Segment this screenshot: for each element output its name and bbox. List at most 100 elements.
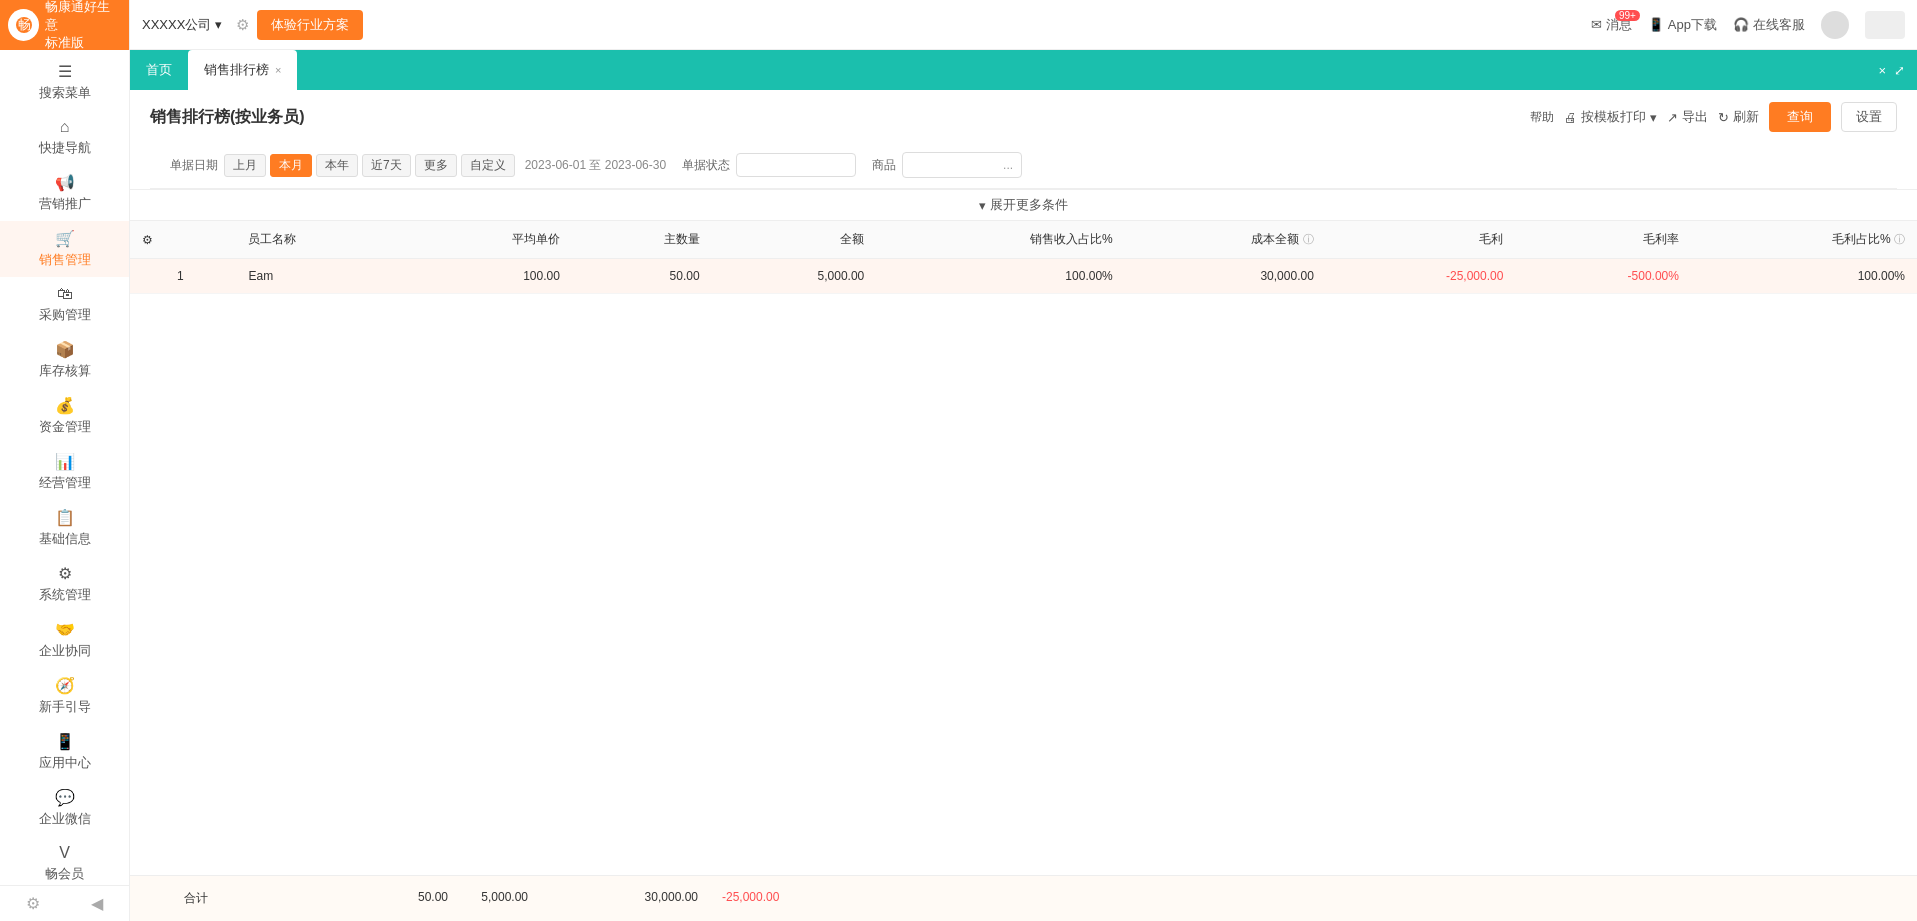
sidebar-item-finance[interactable]: 💰资金管理 (0, 388, 129, 444)
goods-filter-label: 商品 (872, 157, 896, 174)
help-btn[interactable]: 帮助 (1530, 109, 1554, 126)
tab-close-icon[interactable]: × (275, 64, 281, 76)
pill-last-month[interactable]: 上月 (224, 154, 266, 177)
user-avatar[interactable] (1821, 11, 1849, 39)
pill-this-year[interactable]: 本年 (316, 154, 358, 177)
sidebar-item-purchase-mgmt[interactable]: 🛍 采购管理 (0, 277, 129, 332)
expand-icon: ▾ (979, 198, 986, 213)
query-btn[interactable]: 查询 (1769, 102, 1831, 132)
tab-home[interactable]: 首页 (130, 50, 188, 90)
sidebar-label-purchase-mgmt: 采购管理 (39, 306, 91, 324)
sidebar-label-operations: 经营管理 (39, 474, 91, 492)
th-main-qty: 主数量 (572, 221, 712, 259)
th-gross: 毛利 (1326, 221, 1516, 259)
footer-cost: 30,000.00 (630, 884, 710, 913)
settings-btn[interactable]: 设置 (1841, 102, 1897, 132)
cost-info-icon[interactable]: ⓘ (1303, 233, 1314, 245)
cell-total-0: 5,000.00 (712, 259, 877, 294)
sidebar-item-sales-mgmt[interactable]: 🛒销售管理 (0, 221, 129, 277)
th-gross-rate: 毛利率 (1515, 221, 1691, 259)
sidebar-item-weixin[interactable]: 💬企业微信 (0, 780, 129, 836)
page-header: 销售排行榜(按业务员) 帮助 🖨 按模板打印 ▾ ↗ 导出 ↻ 刷新 (130, 90, 1917, 190)
sidebar-icon-operations: 📊 (55, 452, 75, 471)
sidebar-icon-guide: 🧭 (55, 676, 75, 695)
sidebar-icon-base-info: 📋 (55, 508, 75, 527)
pill-custom[interactable]: 自定义 (461, 154, 515, 177)
sidebar-label-system-mgmt: 系统管理 (39, 586, 91, 604)
sidebar-icon-search-order: ☰ (58, 62, 72, 81)
cell-rank-0: 1 (165, 259, 236, 294)
tab-sales-ranking[interactable]: 销售排行榜 × (188, 50, 297, 90)
sidebar-icon-purchase-mgmt: 🛍 (57, 285, 73, 303)
export-btn[interactable]: ↗ 导出 (1667, 108, 1708, 126)
sales-ranking-tab-label: 销售排行榜 (204, 61, 269, 79)
sidebar-icon-app-center: 📱 (55, 732, 75, 751)
sidebar-item-operations[interactable]: 📊 经营管理 (0, 444, 129, 500)
sidebar-label-enterprise: 企业协同 (39, 642, 91, 660)
sidebar-label-inventory: 库存核算 (39, 362, 91, 380)
pill-last7days[interactable]: 近7天 (362, 154, 411, 177)
user-name-avatar (1865, 11, 1905, 39)
sidebar-item-quick-nav[interactable]: ⌂快捷导航 (0, 110, 129, 165)
page-title: 销售排行榜(按业务员) (150, 107, 305, 128)
goods-ellipsis[interactable]: ... (1003, 158, 1013, 172)
sidebar-item-guide[interactable]: 🧭新手引导 (0, 668, 129, 724)
refresh-btn[interactable]: ↻ 刷新 (1718, 108, 1759, 126)
print-btn[interactable]: 🖨 按模板打印 ▾ (1564, 108, 1657, 126)
industry-btn[interactable]: 体验行业方案 (257, 10, 363, 40)
ranking-table: ⚙ 员工名称 平均单价 主数量 全额 销售收入占比% 成本全额 ⓘ 毛利 毛利率… (130, 221, 1917, 294)
app-download-btn[interactable]: 📱 App下载 (1648, 16, 1717, 34)
status-select[interactable] (736, 153, 856, 177)
th-total: 全额 (712, 221, 877, 259)
window-close-icon[interactable]: × (1878, 63, 1886, 78)
sidebar-settings-icon[interactable]: ⚙ (26, 894, 40, 913)
cell-settings-0 (130, 259, 165, 294)
table-row: 1 Eam 100.00 50.00 5,000.00 100.00% 30,0… (130, 259, 1917, 294)
online-service-btn[interactable]: 🎧 在线客服 (1733, 16, 1805, 34)
sidebar-item-marketing[interactable]: 📢营销推广 (0, 165, 129, 221)
pill-more[interactable]: 更多 (415, 154, 457, 177)
cell-sales-pct-0: 100.00% (876, 259, 1124, 294)
date-range: 2023-06-01 至 2023-06-30 (525, 157, 666, 174)
sidebar-label-marketing: 营销推广 (39, 195, 91, 213)
sidebar-item-member[interactable]: V畅会员 (0, 836, 129, 885)
sidebar-item-base-info[interactable]: 📋基础信息 (0, 500, 129, 556)
message-btn[interactable]: ✉ 消息 99+ (1591, 16, 1632, 34)
svg-text:畅: 畅 (17, 17, 30, 32)
th-name: 员工名称 (236, 221, 404, 259)
sidebar-item-inventory[interactable]: 📦库存核算 (0, 332, 129, 388)
sidebar-label-app-center: 应用中心 (39, 754, 91, 772)
logo-text: 畅康通好生意 标准版 (45, 0, 121, 52)
refresh-icon: ↻ (1718, 110, 1729, 125)
sidebar-label-finance: 资金管理 (39, 418, 91, 436)
settings-gear-icon[interactable]: ⚙ (236, 16, 249, 34)
pill-this-month[interactable]: 本月 (270, 154, 312, 177)
cell-avg-price-0: 100.00 (404, 259, 572, 294)
sidebar-icon-quick-nav: ⌂ (60, 118, 70, 136)
message-icon: ✉ (1591, 17, 1602, 32)
sidebar-collapse-icon[interactable]: ◀ (91, 894, 103, 913)
company-selector[interactable]: XXXXX公司 ▾ (142, 16, 222, 34)
sidebar: 畅 畅康通好生意 标准版 ☰ 搜索菜单 ⌂快捷导航📢营销推广🛒销售管理 🛍 采购管理 📦库… (0, 0, 130, 921)
sidebar-item-app-center[interactable]: 📱 应用中心 (0, 724, 129, 780)
gross-pct-info-icon[interactable]: ⓘ (1894, 233, 1905, 245)
table-footer: 合计 50.00 5,000.00 30,000.00 -25,000.00 (130, 875, 1917, 921)
cell-gross-pct-0: 100.00% (1691, 259, 1917, 294)
sidebar-label-search-order: 搜索菜单 (39, 84, 91, 102)
window-expand-icon[interactable]: ⤢ (1894, 63, 1905, 78)
headset-icon: 🎧 (1733, 17, 1749, 32)
main-area: XXXXX公司 ▾ ⚙ 体验行业方案 ✉ 消息 99+ 📱 App下载 🎧 在线… (130, 0, 1917, 921)
expand-more-btn[interactable]: ▾ 展开更多条件 (979, 196, 1068, 214)
status-filter-label: 单据状态 (682, 157, 730, 174)
sidebar-item-system-mgmt[interactable]: ⚙系统管理 (0, 556, 129, 612)
phone-icon: 📱 (1648, 17, 1664, 32)
date-filter-group: 单据日期 上月本月本年近7天更多自定义 2023-06-01 至 2023-06… (170, 154, 666, 177)
th-gross-pct: 毛利占比% ⓘ (1691, 221, 1917, 259)
footer-spacer (142, 884, 172, 913)
sidebar-icon-sales-mgmt: 🛒 (55, 229, 75, 248)
goods-input[interactable] (911, 157, 999, 173)
sidebar-item-search-order[interactable]: ☰ 搜索菜单 (0, 54, 129, 110)
th-avg-price: 平均单价 (404, 221, 572, 259)
sidebar-item-enterprise[interactable]: 🤝企业协同 (0, 612, 129, 668)
online-service-label: 在线客服 (1753, 16, 1805, 34)
